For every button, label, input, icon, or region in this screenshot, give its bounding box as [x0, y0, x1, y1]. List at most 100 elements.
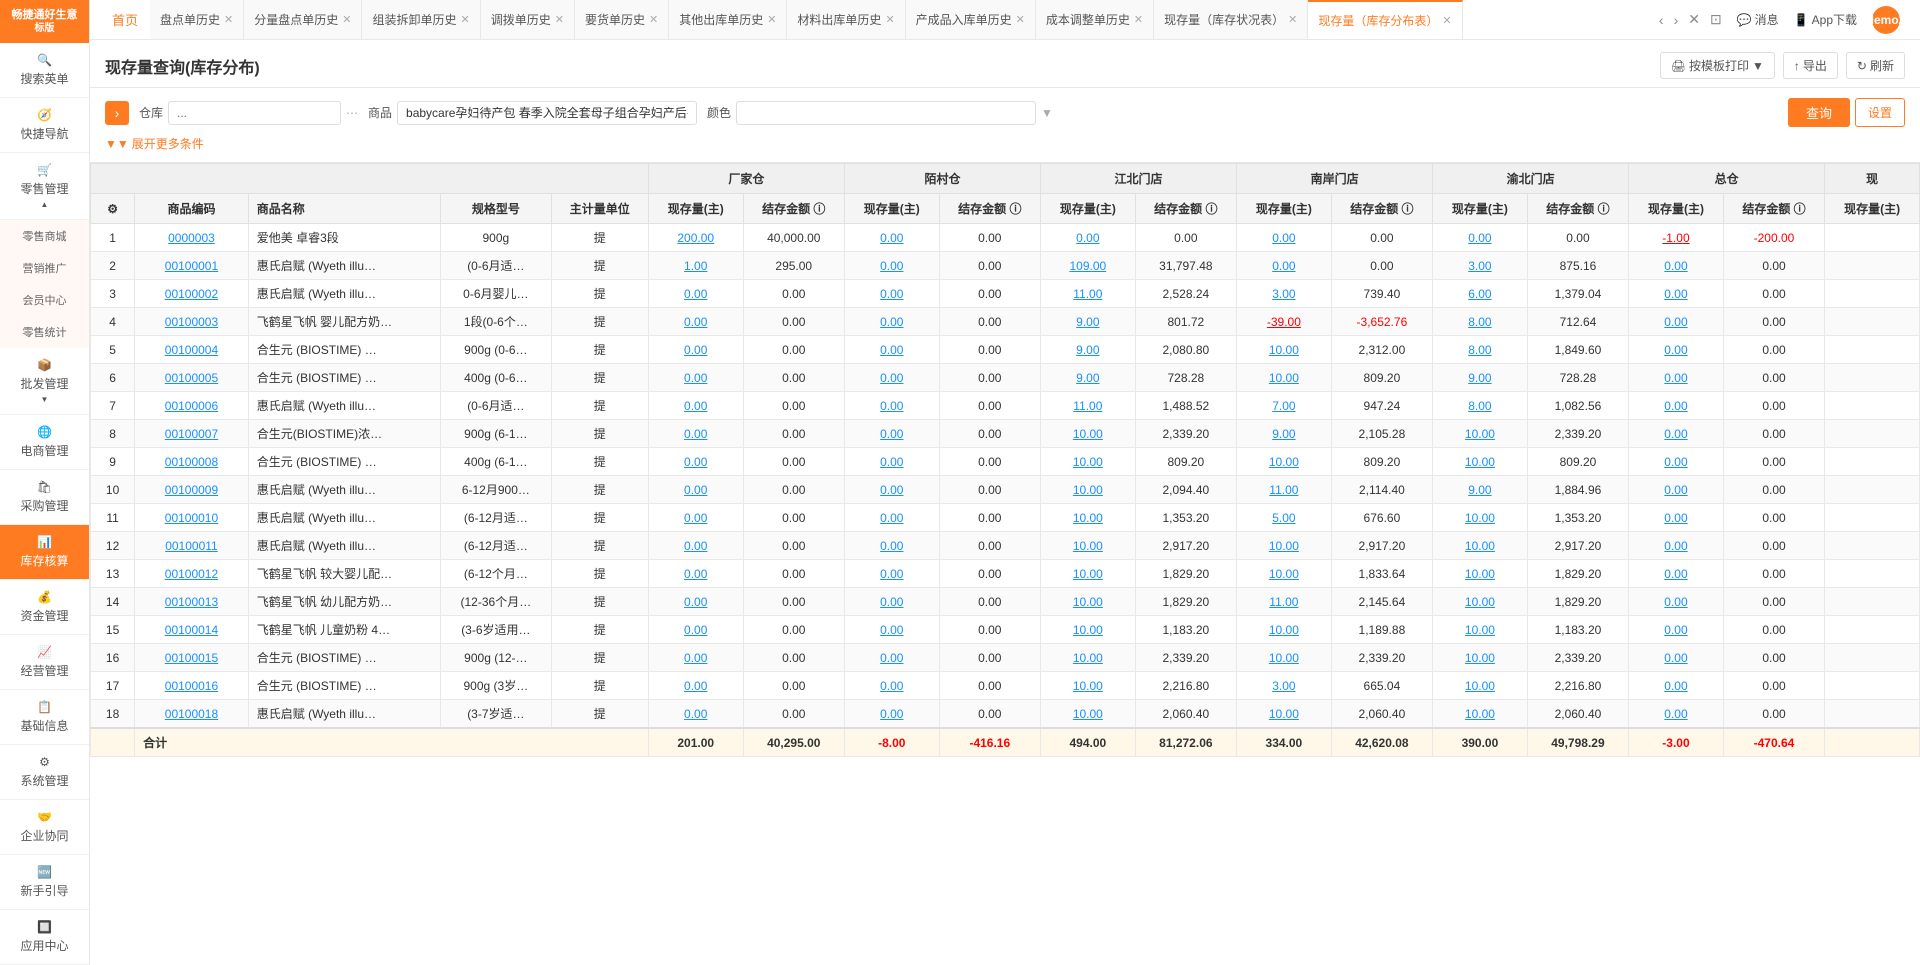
tab-transfer[interactable]: 调拨单历史 ✕: [481, 0, 575, 39]
cell-yubei-qty: 10.00: [1433, 616, 1528, 644]
color-input[interactable]: [736, 101, 1036, 125]
print-btn[interactable]: 🖨 按模板打印 ▼: [1660, 52, 1775, 79]
refresh-btn[interactable]: ↻ 刷新: [1846, 52, 1905, 79]
sidebar-item-retail-mall[interactable]: 零售商城: [0, 220, 89, 252]
settings-btn[interactable]: 设置: [1855, 98, 1905, 127]
cell-nanan-amt: 2,060.40: [1331, 700, 1432, 729]
tab-close-icon[interactable]: ✕: [767, 13, 776, 26]
cell-total-amt: 0.00: [1723, 560, 1824, 588]
sidebar-item-management[interactable]: 📈 经营管理: [0, 635, 89, 690]
expand-label[interactable]: ▼▼ 展开更多条件: [105, 135, 1905, 152]
tab-inventory-dist[interactable]: 现存量（库存分布表） ✕: [1308, 0, 1462, 39]
tab-other-out[interactable]: 其他出库单历史 ✕: [669, 0, 787, 39]
cell-jiangbei-qty: 9.00: [1041, 336, 1136, 364]
sidebar-item-members[interactable]: 会员中心: [0, 284, 89, 316]
cell-yubei-qty: 10.00: [1433, 644, 1528, 672]
tab-product-in[interactable]: 产成品入库单历史 ✕: [906, 0, 1036, 39]
sidebar-item-enterprise[interactable]: 🤝 企业协同: [0, 800, 89, 855]
tab-close-icon[interactable]: ✕: [1134, 13, 1143, 26]
total-total-qty: -3.00: [1629, 728, 1724, 757]
tab-close-icon[interactable]: ✕: [1442, 14, 1451, 27]
tab-order[interactable]: 要货单历史 ✕: [575, 0, 669, 39]
table-row: 10 00100009 惠氏启赋 (Wyeth illu… 6-12月900… …: [91, 476, 1920, 504]
cell-current: [1825, 588, 1920, 616]
cell-unit: 提: [551, 392, 648, 420]
cell-total-amt: 0.00: [1723, 252, 1824, 280]
sidebar-item-retail-stats[interactable]: 零售统计: [0, 316, 89, 348]
sidebar-item-basic[interactable]: 📋 基础信息: [0, 690, 89, 745]
message-btn[interactable]: 💬 消息: [1737, 11, 1779, 28]
app-download-btn[interactable]: 📱 App下载: [1794, 11, 1857, 28]
tab-close-icon[interactable]: ✕: [224, 13, 233, 26]
tab-assembly[interactable]: 组装拆卸单历史 ✕: [362, 0, 480, 39]
cell-spec: 900g (6-1…: [441, 420, 552, 448]
tab-close-icon[interactable]: ✕: [885, 13, 894, 26]
inventory-icon: 📊: [37, 535, 52, 549]
cell-nanan-amt: 2,312.00: [1331, 336, 1432, 364]
sidebar-item-finance[interactable]: 💰 资金管理: [0, 580, 89, 635]
cell-mocun-qty: 0.00: [844, 532, 939, 560]
cell-factory-qty: 0.00: [648, 364, 743, 392]
cell-total-qty: 0.00: [1629, 336, 1724, 364]
sidebar-item-quick[interactable]: 🧭 快捷导航: [0, 98, 89, 153]
cell-nanan-amt: 665.04: [1331, 672, 1432, 700]
gear-icon[interactable]: ⚙: [107, 202, 118, 216]
query-btn[interactable]: 查询: [1788, 98, 1850, 127]
export-icon: ↑: [1794, 59, 1800, 73]
tab-close-all-btn[interactable]: ✕: [1683, 11, 1705, 28]
table-row: 4 00100003 飞鹤星飞帆 婴儿配方奶… 1段(0-6个… 提 0.00 …: [91, 308, 1920, 336]
col-factory-qty: 现存量(主): [648, 194, 743, 224]
sidebar-item-retail[interactable]: 🛒 零售管理 ▲: [0, 153, 89, 220]
sidebar-item-guide[interactable]: 🆕 新手引导: [0, 855, 89, 910]
cell-factory-amt: 0.00: [743, 476, 844, 504]
sidebar-item-search[interactable]: 🔍 搜索英单: [0, 43, 89, 98]
sidebar-item-system[interactable]: ⚙ 系统管理: [0, 745, 89, 800]
sidebar-item-inventory[interactable]: 📊 库存核算: [0, 525, 89, 580]
tab-close-icon[interactable]: ✕: [555, 13, 564, 26]
total-row: 合计 201.00 40,295.00 -8.00 -416.16 494.00…: [91, 728, 1920, 757]
sidebar-item-wholesale[interactable]: 📦 批发管理 ▼: [0, 348, 89, 415]
tab-close-icon[interactable]: ✕: [1016, 13, 1025, 26]
cell-factory-qty: 0.00: [648, 588, 743, 616]
tab-close-icon[interactable]: ✕: [649, 13, 658, 26]
cell-total-amt: 0.00: [1723, 476, 1824, 504]
cell-code: 00100010: [135, 504, 249, 532]
sidebar-item-purchase[interactable]: 🛍 采购管理: [0, 470, 89, 525]
cell-nanan-qty: 11.00: [1237, 476, 1332, 504]
cell-yubei-amt: 809.20: [1527, 448, 1628, 476]
group-header-total: 总仓: [1629, 164, 1825, 194]
cell-unit: 提: [551, 364, 648, 392]
tab-inventory-check[interactable]: 盘点单历史 ✕: [150, 0, 244, 39]
tab-expand-btn[interactable]: ⊡: [1705, 11, 1727, 28]
cell-mocun-qty: 0.00: [844, 504, 939, 532]
tab-close-icon[interactable]: ✕: [342, 13, 351, 26]
user-avatar[interactable]: demo2: [1872, 6, 1900, 34]
cell-code: 00100001: [135, 252, 249, 280]
goods-input[interactable]: [397, 101, 697, 125]
export-btn[interactable]: ↑ 导出: [1783, 52, 1838, 79]
cell-nanan-qty: 10.00: [1237, 336, 1332, 364]
home-tab[interactable]: 首页: [100, 10, 150, 29]
sidebar-item-marketing[interactable]: 营销推广: [0, 252, 89, 284]
sidebar-item-apps[interactable]: 🔲 应用中心: [0, 910, 89, 965]
warehouse-dropdown-icon[interactable]: ⋯: [346, 106, 358, 120]
warehouse-input[interactable]: [168, 101, 341, 125]
sidebar-item-ecommerce[interactable]: 🌐 电商管理: [0, 415, 89, 470]
cell-jiangbei-qty: 10.00: [1041, 700, 1136, 729]
tab-next-btn[interactable]: ›: [1669, 12, 1684, 28]
logo-sub: 标版: [8, 22, 81, 35]
tab-material-out[interactable]: 材料出库单历史 ✕: [787, 0, 905, 39]
tab-prev-btn[interactable]: ‹: [1654, 12, 1669, 28]
tab-cost-adjust[interactable]: 成本调整单历史 ✕: [1036, 0, 1154, 39]
tab-quantity-check[interactable]: 分量盘点单历史 ✕: [244, 0, 362, 39]
cell-mocun-amt: 0.00: [939, 336, 1040, 364]
cell-mocun-qty: 0.00: [844, 336, 939, 364]
col-gear[interactable]: ⚙: [91, 194, 135, 224]
tab-inventory-status[interactable]: 现存量（库存状况表） ✕: [1154, 0, 1308, 39]
expand-toggle-btn[interactable]: ›: [105, 101, 129, 125]
col-jiangbei-amt: 结存金额 ⓘ: [1135, 194, 1236, 224]
tab-close-icon[interactable]: ✕: [461, 13, 470, 26]
tab-close-icon[interactable]: ✕: [1288, 13, 1297, 26]
group-header-yubei: 渝北门店: [1433, 164, 1629, 194]
color-dropdown-icon[interactable]: ▼: [1041, 106, 1053, 120]
